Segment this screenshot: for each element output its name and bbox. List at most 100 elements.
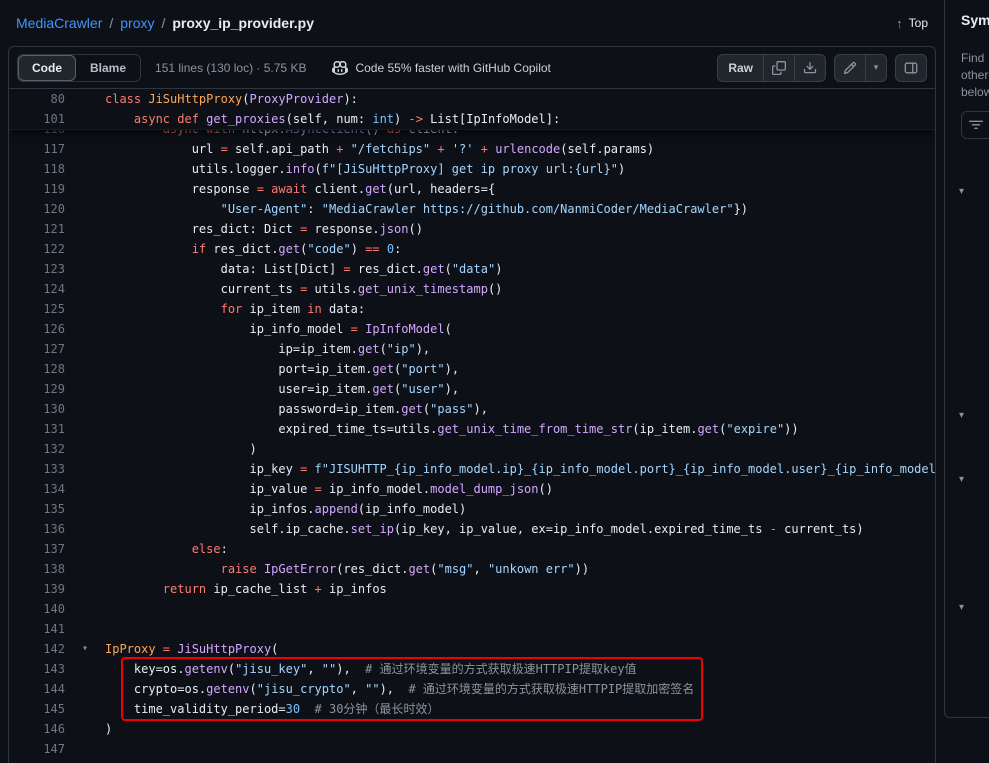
code-line: 130 password=ip_item.get("pass"),: [9, 399, 935, 419]
symbols-panel-icon: [904, 61, 918, 75]
fold-gutter: [65, 159, 105, 179]
line-number[interactable]: 120: [9, 199, 65, 219]
breadcrumb-folder-link[interactable]: proxy: [120, 15, 154, 31]
fold-gutter: [65, 679, 105, 699]
fold-gutter: [65, 619, 105, 639]
line-number[interactable]: 124: [9, 279, 65, 299]
scroll-to-top-button[interactable]: ↑ Top: [896, 16, 928, 31]
line-number[interactable]: 119: [9, 179, 65, 199]
download-button[interactable]: [794, 54, 826, 82]
tab-code[interactable]: Code: [18, 55, 76, 81]
edit-button[interactable]: [834, 54, 866, 82]
line-number[interactable]: 143: [9, 659, 65, 679]
fold-gutter: [65, 579, 105, 599]
line-number[interactable]: 127: [9, 339, 65, 359]
symbols-description-line: below: [961, 84, 989, 101]
fold-gutter: [65, 519, 105, 539]
line-number[interactable]: 132: [9, 439, 65, 459]
code-text: ip_info_model = IpInfoModel(: [105, 319, 935, 339]
code-line: 137 else:: [9, 539, 935, 559]
code-text: IpProxy = JiSuHttpProxy(: [105, 639, 935, 659]
line-number[interactable]: 144: [9, 679, 65, 699]
filter-symbols-input[interactable]: [961, 111, 989, 139]
line-number[interactable]: 140: [9, 599, 65, 619]
line-number[interactable]: 80: [9, 89, 65, 109]
symbol-expand-chevron-icon[interactable]: ▾: [959, 184, 964, 200]
copy-button[interactable]: [763, 54, 795, 82]
line-number[interactable]: 117: [9, 139, 65, 159]
line-number[interactable]: 137: [9, 539, 65, 559]
line-number[interactable]: 121: [9, 219, 65, 239]
code-text: utils.logger.info(f"[JiSuHttpProxy] get …: [105, 159, 935, 179]
symbol-expand-chevron-icon[interactable]: ▾: [959, 408, 964, 424]
code-blame-switch: Code Blame: [17, 54, 141, 82]
code-text: res_dict: Dict = response.json(): [105, 219, 935, 239]
line-number[interactable]: 101: [9, 109, 65, 129]
symbol-expand-chevron-icon[interactable]: ▾: [959, 600, 964, 616]
breadcrumb: MediaCrawler / proxy / proxy_ip_provider…: [16, 15, 314, 31]
code-line: 101 async def get_proxies(self, num: int…: [9, 109, 935, 129]
tab-blame[interactable]: Blame: [76, 55, 140, 81]
line-number[interactable]: 133: [9, 459, 65, 479]
raw-button[interactable]: Raw: [717, 54, 764, 82]
code-area: 116 async with httpx.AsyncClient() as cl…: [9, 89, 935, 763]
line-number[interactable]: 147: [9, 739, 65, 759]
breadcrumb-repo-link[interactable]: MediaCrawler: [16, 15, 102, 31]
fold-chevron-icon[interactable]: ▾: [65, 639, 105, 659]
code-text: current_ts = utils.get_unix_timestamp(): [105, 279, 935, 299]
fold-gutter: [65, 539, 105, 559]
code-line: 117 url = self.api_path + "/fetchips" + …: [9, 139, 935, 159]
file-toolbar: Code Blame 151 lines (130 loc) · 5.75 KB…: [9, 47, 935, 89]
edit-group: ▾: [834, 54, 887, 82]
line-number[interactable]: 135: [9, 499, 65, 519]
line-number[interactable]: 142: [9, 639, 65, 659]
line-number[interactable]: 146: [9, 719, 65, 739]
edit-dropdown-button[interactable]: ▾: [865, 54, 887, 82]
line-number[interactable]: 125: [9, 299, 65, 319]
chevron-down-icon: ▾: [874, 62, 879, 73]
fold-gutter: [65, 299, 105, 319]
line-number[interactable]: 130: [9, 399, 65, 419]
copilot-badge[interactable]: Code 55% faster with GitHub Copilot: [332, 60, 550, 76]
symbols-panel-toggle-button[interactable]: [895, 54, 927, 82]
symbol-expand-chevron-icon[interactable]: ▾: [959, 472, 964, 488]
code-text: [105, 739, 935, 759]
code-line: 145 time_validity_period=30 # 30分钟（最长时效）: [9, 699, 935, 719]
code-text: password=ip_item.get("pass"),: [105, 399, 935, 419]
line-number[interactable]: 129: [9, 379, 65, 399]
code-line: 136 self.ip_cache.set_ip(ip_key, ip_valu…: [9, 519, 935, 539]
copilot-badge-label: Code 55% faster with GitHub Copilot: [355, 61, 550, 75]
breadcrumb-separator: /: [109, 15, 113, 31]
breadcrumb-separator: /: [161, 15, 165, 31]
line-number[interactable]: 139: [9, 579, 65, 599]
line-number[interactable]: 128: [9, 359, 65, 379]
pencil-icon: [843, 61, 857, 75]
line-number[interactable]: 126: [9, 319, 65, 339]
code-text: port=ip_item.get("port"),: [105, 359, 935, 379]
code-text: if res_dict.get("code") == 0:: [105, 239, 935, 259]
code-line: 125 for ip_item in data:: [9, 299, 935, 319]
line-number[interactable]: 138: [9, 559, 65, 579]
line-number[interactable]: 118: [9, 159, 65, 179]
code-text: else:: [105, 539, 935, 559]
line-number[interactable]: 131: [9, 419, 65, 439]
code-text: key=os.getenv("jisu_key", ""), # 通过环境变量的…: [105, 659, 935, 679]
fold-gutter: [65, 89, 105, 109]
line-number[interactable]: 141: [9, 619, 65, 639]
code-line: 143 key=os.getenv("jisu_key", ""), # 通过环…: [9, 659, 935, 679]
line-number[interactable]: 145: [9, 699, 65, 719]
fold-gutter: [65, 559, 105, 579]
fold-gutter: [65, 479, 105, 499]
fold-gutter: [65, 199, 105, 219]
fold-gutter: [65, 419, 105, 439]
code-line: 139 return ip_cache_list + ip_infos: [9, 579, 935, 599]
line-number[interactable]: 123: [9, 259, 65, 279]
line-number[interactable]: 122: [9, 239, 65, 259]
code-text: self.ip_cache.set_ip(ip_key, ip_value, e…: [105, 519, 935, 539]
line-number[interactable]: 134: [9, 479, 65, 499]
fold-gutter: [65, 359, 105, 379]
fold-gutter: [65, 179, 105, 199]
code-text: response = await client.get(url, headers…: [105, 179, 935, 199]
line-number[interactable]: 136: [9, 519, 65, 539]
code-line: 80class JiSuHttpProxy(ProxyProvider):: [9, 89, 935, 109]
